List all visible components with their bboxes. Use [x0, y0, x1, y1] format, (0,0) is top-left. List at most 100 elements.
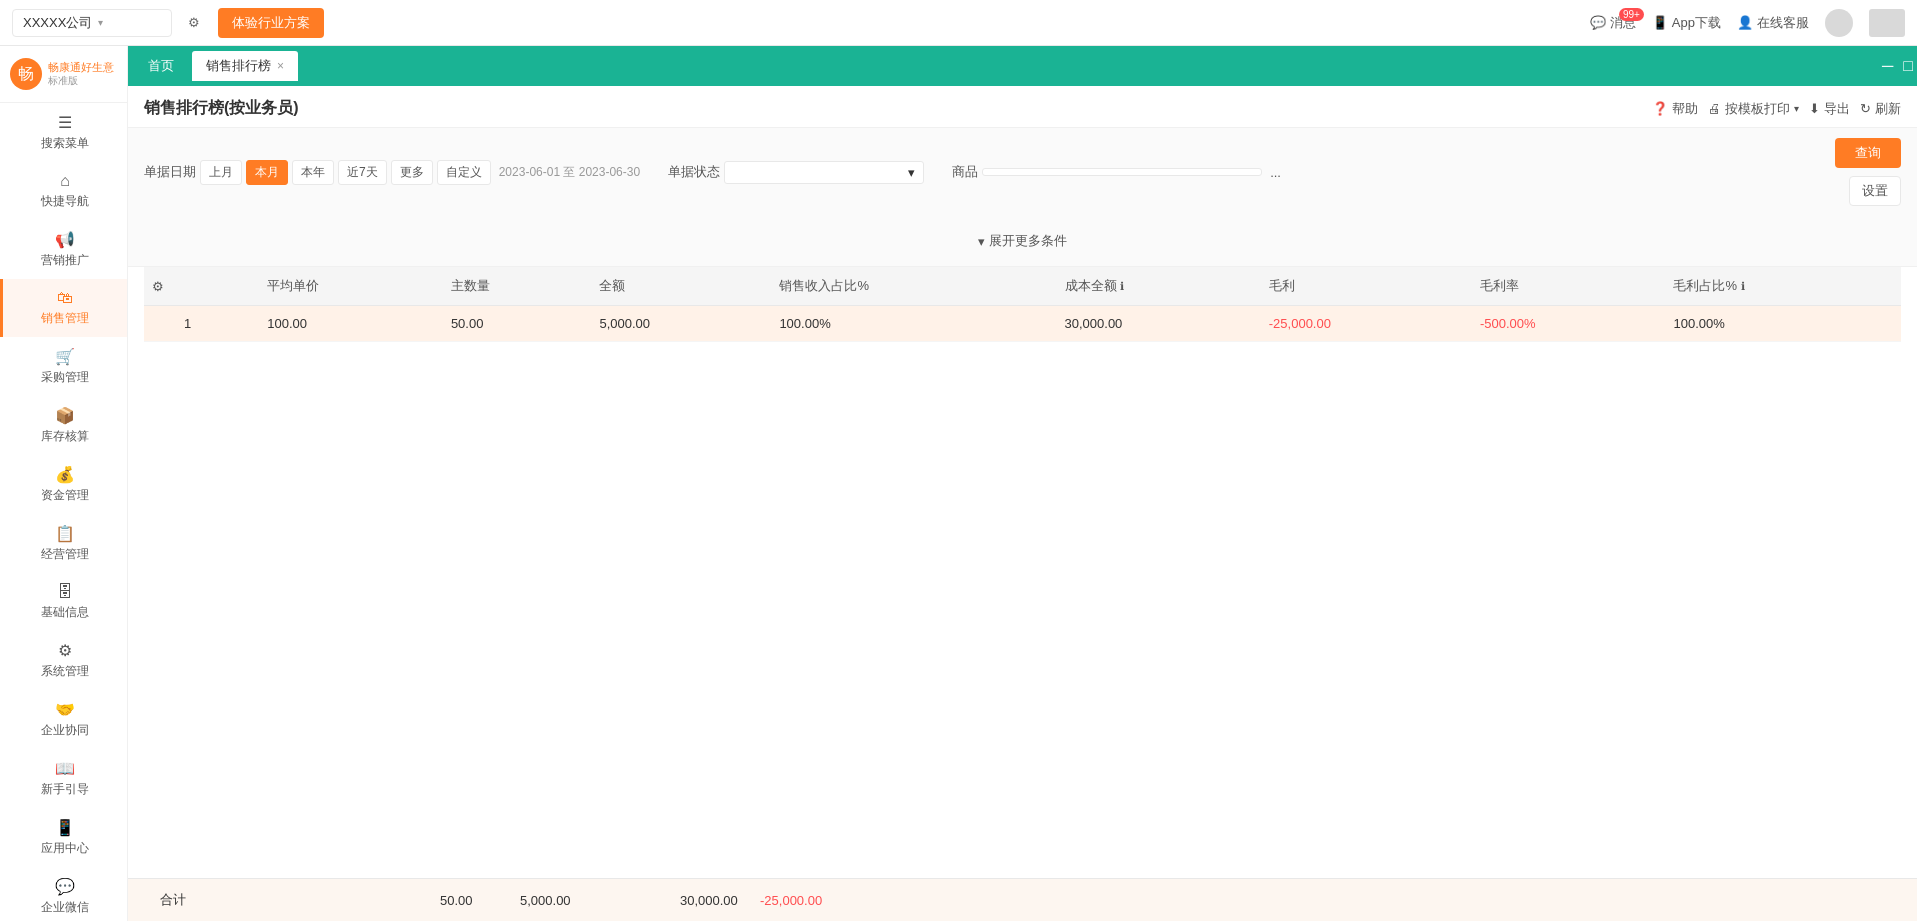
nav-base-info-label: 基础信息: [41, 604, 89, 621]
sidebar-item-operations[interactable]: 📋 经营管理: [0, 514, 127, 573]
query-button[interactable]: 查询: [1835, 138, 1901, 168]
sidebar-item-inventory[interactable]: 📦 库存核算: [0, 396, 127, 455]
message-button[interactable]: 💬 消息 99+: [1590, 14, 1636, 32]
try-industry-button[interactable]: 体验行业方案: [218, 8, 324, 38]
tab-maximize-icon[interactable]: □: [1903, 57, 1913, 75]
nav-operations-label: 经营管理: [41, 546, 89, 563]
nav-enterprise-wechat-icon: 💬: [55, 877, 75, 896]
nav-quick-nav-label: 快捷导航: [41, 193, 89, 210]
tab-home[interactable]: 首页: [132, 49, 190, 83]
status-select[interactable]: ▾: [724, 161, 924, 184]
footer-amount: 5,000.00: [512, 889, 592, 912]
employee-cell: [216, 306, 259, 342]
date-prev-month-btn[interactable]: 上月: [200, 160, 242, 185]
col-sales-pct: 销售收入占比%: [771, 267, 1056, 306]
sidebar-item-system[interactable]: ⚙ 系统管理: [0, 631, 127, 690]
nav-operations-icon: 📋: [55, 524, 75, 543]
ellipsis-btn[interactable]: ...: [1270, 165, 1281, 180]
profit-cell: -25,000.00: [1261, 306, 1472, 342]
date-cur-month-btn[interactable]: 本月: [246, 160, 288, 185]
tab-minimize-icon[interactable]: ─: [1882, 57, 1893, 75]
col-quantity: 主数量: [443, 267, 592, 306]
nav-marketing-icon: 📢: [55, 230, 75, 249]
avg-price-cell: 100.00: [259, 306, 443, 342]
logo-sub: 标准版: [48, 74, 114, 88]
logo-icon: 畅: [10, 58, 42, 90]
expand-more-btn[interactable]: ▾ 展开更多条件: [978, 226, 1067, 256]
col-employee: [216, 267, 259, 306]
nav-base-info-icon: 🗄: [57, 583, 73, 601]
refresh-icon: ↻: [1860, 101, 1871, 116]
filter-bar: 单据日期 上月 本月 本年 近7天 更多 自定义 2023-06-01 至 20…: [128, 128, 1917, 267]
tab-close-icon[interactable]: ×: [277, 59, 284, 73]
sidebar-item-base-info[interactable]: 🗄 基础信息: [0, 573, 127, 631]
expand-label: 展开更多条件: [989, 232, 1067, 250]
sidebar-item-app-center[interactable]: 📱 应用中心: [0, 808, 127, 867]
tab-label: 销售排行榜: [206, 57, 271, 75]
tab-bar: 首页 销售排行榜 × ─ □: [128, 46, 1917, 86]
date-7days-btn[interactable]: 近7天: [338, 160, 387, 185]
amount-cell: 5,000.00: [591, 306, 771, 342]
export-button[interactable]: ⬇ 导出: [1809, 100, 1850, 118]
template-print-button[interactable]: 🖨 按模板打印 ▾: [1708, 100, 1799, 118]
status-label: 单据状态: [668, 163, 720, 181]
status-select-arrow: ▾: [908, 165, 915, 180]
user-name[interactable]: [1869, 9, 1905, 37]
sidebar-item-new-guide[interactable]: 📖 新手引导: [0, 749, 127, 808]
col-settings[interactable]: ⚙: [144, 267, 176, 306]
table-header-row: ⚙ 平均单价 主数量 全额 销售收入占比% 成本全额 ℹ 毛利 毛利率 毛利: [144, 267, 1901, 306]
nav-app-center-icon: 📱: [55, 818, 75, 837]
cost-info-icon[interactable]: ℹ: [1120, 280, 1124, 292]
nav-purchase-icon: 🛒: [55, 347, 75, 366]
help-button[interactable]: ❓ 帮助: [1652, 100, 1698, 118]
set-button[interactable]: 设置: [1849, 176, 1901, 206]
sidebar-item-marketing[interactable]: 📢 营销推广: [0, 220, 127, 279]
nav-finance-icon: 💰: [55, 465, 75, 484]
footer-profit: -25,000.00: [752, 889, 832, 912]
footer-quantity: 50.00: [432, 889, 512, 912]
goods-label: 商品: [952, 163, 978, 181]
company-selector[interactable]: XXXXX公司 ▾: [12, 9, 172, 37]
help-icon: ❓: [1652, 101, 1668, 116]
settings-cell: [144, 306, 176, 342]
chevron-down-icon: ▾: [98, 17, 103, 28]
avatar[interactable]: [1825, 9, 1853, 37]
nav-inventory-icon: 📦: [55, 406, 75, 425]
nav-app-center-label: 应用中心: [41, 840, 89, 857]
sidebar-item-quick-nav[interactable]: ⌂ 快捷导航: [0, 162, 127, 220]
goods-filter-group: 商品 ...: [952, 163, 1281, 181]
page-title: 销售排行榜(按业务员): [144, 98, 299, 119]
message-badge: 99+: [1619, 8, 1644, 21]
settings-icon[interactable]: ⚙: [180, 11, 208, 34]
col-cost: 成本全额 ℹ: [1057, 267, 1261, 306]
expand-icon: ▾: [978, 234, 985, 249]
nav-sales-label: 销售管理: [41, 310, 89, 327]
sidebar-item-sales[interactable]: 🛍 销售管理: [0, 279, 127, 337]
profit-pct-info-icon[interactable]: ℹ: [1741, 280, 1745, 292]
status-filter-group: 单据状态 ▾: [668, 161, 924, 184]
date-more-btn[interactable]: 更多: [391, 160, 433, 185]
sidebar-item-enterprise-wechat[interactable]: 💬 企业微信: [0, 867, 127, 921]
nav-new-guide-icon: 📖: [55, 759, 75, 778]
date-year-btn[interactable]: 本年: [292, 160, 334, 185]
sidebar-item-purchase[interactable]: 🛒 采购管理: [0, 337, 127, 396]
goods-input[interactable]: [982, 168, 1262, 176]
nav-search-icon: ☰: [58, 113, 72, 132]
app-download-button[interactable]: 📱 App下载: [1652, 14, 1721, 32]
sidebar-item-finance[interactable]: 💰 资金管理: [0, 455, 127, 514]
service-icon: 👤: [1737, 15, 1753, 30]
refresh-label: 刷新: [1875, 100, 1901, 118]
footer-spacer: [272, 896, 352, 904]
refresh-button[interactable]: ↻ 刷新: [1860, 100, 1901, 118]
date-custom-btn[interactable]: 自定义: [437, 160, 491, 185]
tab-sales-ranking[interactable]: 销售排行榜 ×: [192, 51, 298, 81]
nav-new-guide-label: 新手引导: [41, 781, 89, 798]
sidebar-item-search[interactable]: ☰ 搜索菜单: [0, 103, 127, 162]
app-download-label: App下载: [1672, 14, 1721, 32]
online-service-button[interactable]: 👤 在线客服: [1737, 14, 1809, 32]
sidebar-item-enterprise-collab[interactable]: 🤝 企业协同: [0, 690, 127, 749]
table-gear-icon[interactable]: ⚙: [152, 279, 164, 294]
company-name: XXXXX公司: [23, 14, 92, 32]
online-service-label: 在线客服: [1757, 14, 1809, 32]
help-label: 帮助: [1672, 100, 1698, 118]
